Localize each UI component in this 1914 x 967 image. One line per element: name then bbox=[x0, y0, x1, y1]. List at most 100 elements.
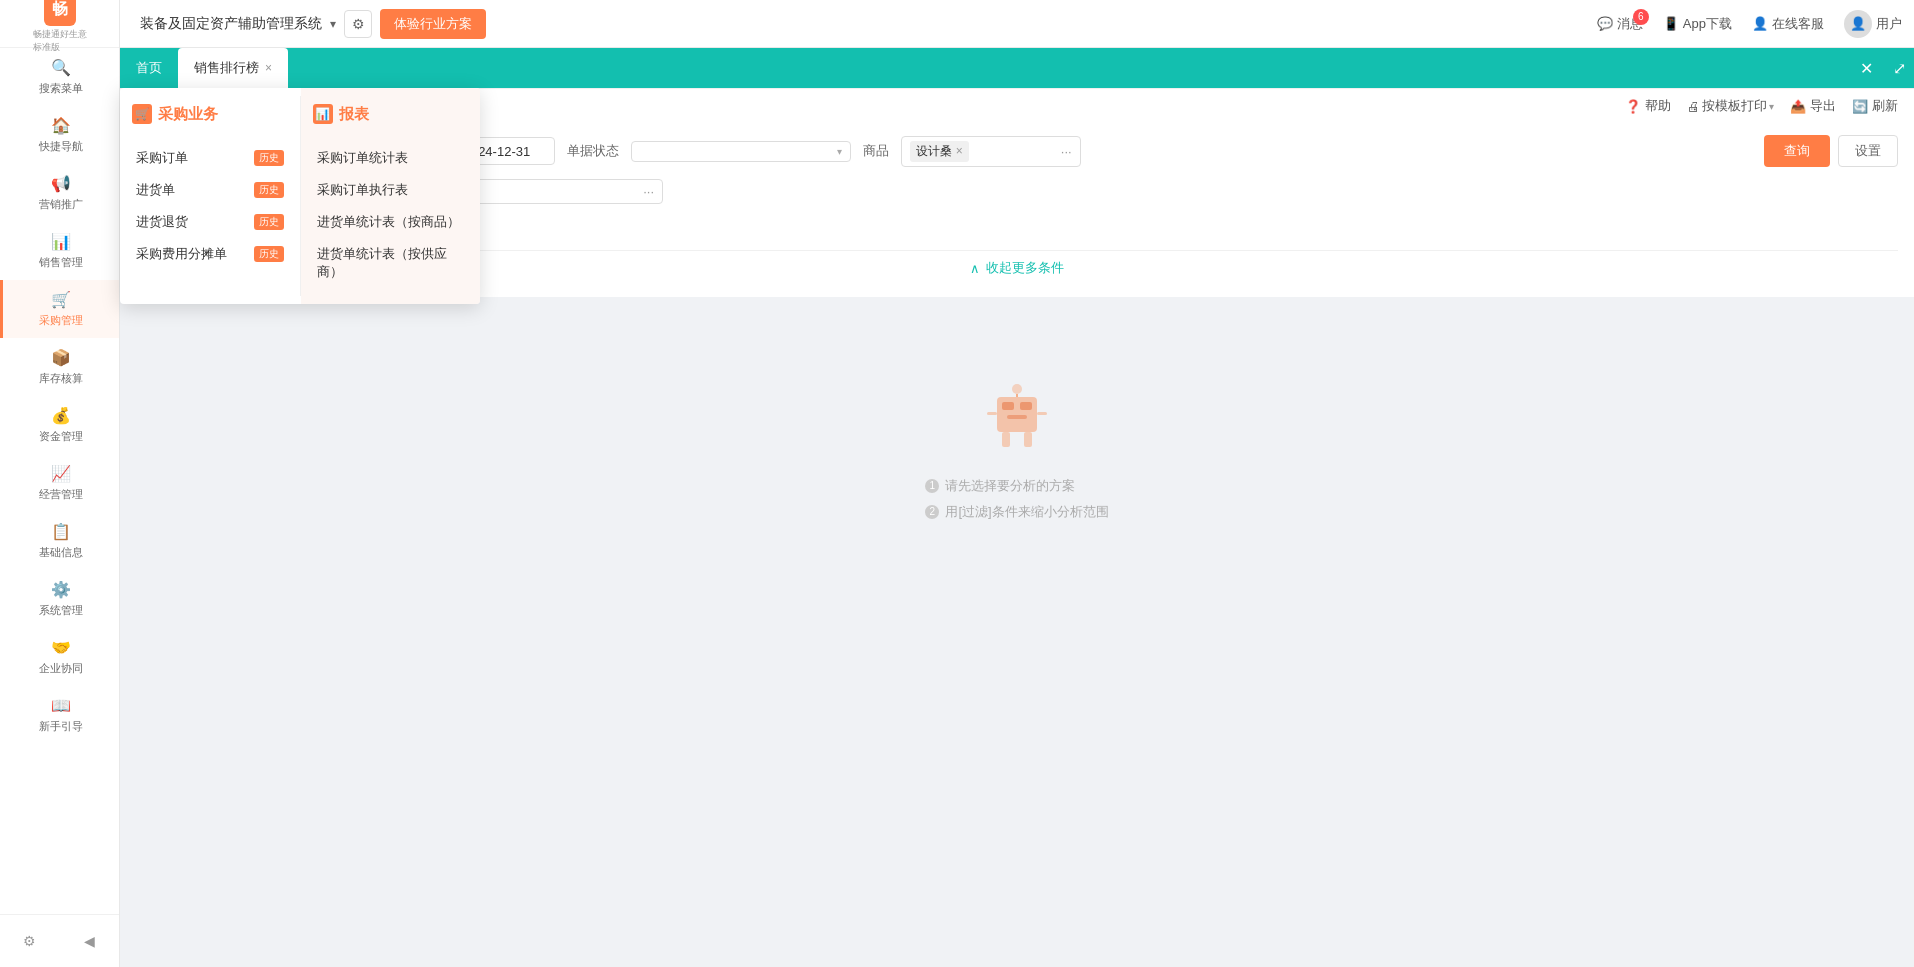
tab-sales-ranking[interactable]: 销售排行榜 × bbox=[178, 48, 288, 88]
online-service-label: 在线客服 bbox=[1772, 15, 1824, 33]
marketing-icon: 📢 bbox=[51, 174, 71, 193]
tab-bar-expand-button[interactable]: ⤢ bbox=[1885, 59, 1914, 78]
menu-item-purchase-order[interactable]: 采购订单 历史 bbox=[132, 142, 288, 174]
refresh-button[interactable]: 🔄 刷新 bbox=[1852, 97, 1898, 115]
sidebar-item-enterprise[interactable]: 🤝 企业协同 bbox=[0, 628, 119, 686]
sidebar-item-sales[interactable]: 📊 销售管理 bbox=[0, 222, 119, 280]
sidebar-item-label: 经营管理 bbox=[39, 487, 83, 502]
salesman-dots[interactable]: ··· bbox=[643, 184, 654, 199]
sidebar-item-label: 系统管理 bbox=[39, 603, 83, 618]
sidebar-item-marketing[interactable]: 📢 营销推广 bbox=[0, 164, 119, 222]
goods-tag-close[interactable]: × bbox=[956, 144, 963, 158]
user-button[interactable]: 👤 用户 bbox=[1844, 10, 1902, 38]
goods-tag-text: 设计桑 bbox=[916, 143, 952, 160]
menu-item-label: 采购订单 bbox=[136, 149, 188, 167]
online-service-button[interactable]: 👤 在线客服 bbox=[1752, 15, 1824, 33]
home-icon: 🏠 bbox=[51, 116, 71, 135]
purchase-title-icon: 🛒 bbox=[132, 104, 152, 124]
sidebar-item-operations[interactable]: 📈 经营管理 bbox=[0, 454, 119, 512]
sidebar-item-label: 快捷导航 bbox=[39, 139, 83, 154]
tab-bar-close-button[interactable]: ✕ bbox=[1848, 59, 1885, 78]
menu-item-purchase-order-exec[interactable]: 采购订单执行表 bbox=[313, 174, 469, 206]
hint-dot-2: 2 bbox=[925, 505, 939, 519]
sidebar-settings-button[interactable]: ⚙ bbox=[14, 925, 46, 957]
print-icon: 🖨 bbox=[1687, 99, 1700, 114]
purchase-col-title: 🛒 采购业务 bbox=[132, 104, 288, 130]
empty-illustration bbox=[967, 377, 1067, 457]
status-label: 单据状态 bbox=[567, 142, 619, 160]
svg-rect-4 bbox=[987, 412, 997, 415]
status-select[interactable]: ▾ bbox=[631, 141, 851, 162]
goods-tag: 设计桑 × bbox=[910, 141, 969, 162]
svg-rect-0 bbox=[997, 397, 1037, 432]
report-col-title: 📊 报表 bbox=[313, 104, 469, 130]
phone-icon: 📱 bbox=[1663, 16, 1679, 31]
purchase-dropdown-menu: 🛒 采购业务 采购订单 历史 进货单 历史 进货退货 历史 采购费用分摊单 历史… bbox=[120, 88, 480, 304]
system-title-text: 装备及固定资产辅助管理系统 bbox=[140, 15, 322, 33]
report-title-icon: 📊 bbox=[313, 104, 333, 124]
search-icon: 🔍 bbox=[51, 58, 71, 77]
system-title-dropdown[interactable]: ▾ bbox=[330, 17, 336, 31]
export-label: 导出 bbox=[1810, 97, 1836, 115]
goods-dots[interactable]: ··· bbox=[1061, 144, 1072, 159]
salesman-select[interactable]: ··· bbox=[463, 179, 663, 204]
sidebar-item-label: 资金管理 bbox=[39, 429, 83, 444]
export-button[interactable]: 📤 导出 bbox=[1790, 97, 1836, 115]
query-button[interactable]: 查询 bbox=[1764, 135, 1830, 167]
menu-item-label: 进货单统计表（按供应商） bbox=[317, 245, 465, 281]
menu-item-purchase-expense[interactable]: 采购费用分摊单 历史 bbox=[132, 238, 288, 270]
avatar: 👤 bbox=[1844, 10, 1872, 38]
sidebar-item-guide[interactable]: 📖 新手引导 bbox=[0, 686, 119, 744]
print-dropdown-icon[interactable]: ▾ bbox=[1769, 101, 1774, 112]
sidebar-item-purchase[interactable]: 🛒 采购管理 bbox=[0, 280, 119, 338]
empty-hint: 1 请先选择要分析的方案 2 用[过滤]条件来缩小分析范围 bbox=[925, 473, 1108, 525]
system-title-area: 装备及固定资产辅助管理系统 ▾ ⚙ 体验行业方案 bbox=[140, 9, 1597, 39]
service-icon: 👤 bbox=[1752, 16, 1768, 31]
goods-label: 商品 bbox=[863, 142, 889, 160]
tab-close-icon[interactable]: × bbox=[265, 61, 272, 75]
sidebar-item-search[interactable]: 🔍 搜索菜单 bbox=[0, 48, 119, 106]
sales-icon: 📊 bbox=[51, 232, 71, 251]
setting-button[interactable]: 设置 bbox=[1838, 135, 1898, 167]
sidebar-nav: 🔍 搜索菜单 🏠 快捷导航 📢 营销推广 📊 销售管理 🛒 采购管理 📦 库存核… bbox=[0, 48, 119, 914]
sidebar-item-label: 销售管理 bbox=[39, 255, 83, 270]
menu-item-purchase-return[interactable]: 进货退货 历史 bbox=[132, 206, 288, 238]
menu-item-label: 采购订单统计表 bbox=[317, 149, 408, 167]
help-button[interactable]: ❓ 帮助 bbox=[1625, 97, 1671, 115]
sidebar-item-nav[interactable]: 🏠 快捷导航 bbox=[0, 106, 119, 164]
print-button[interactable]: 🖨 按模板打印 ▾ bbox=[1687, 97, 1774, 115]
tab-home[interactable]: 首页 bbox=[120, 48, 178, 88]
purchase-business-col: 🛒 采购业务 采购订单 历史 进货单 历史 进货退货 历史 采购费用分摊单 历史 bbox=[120, 88, 300, 304]
industry-btn[interactable]: 体验行业方案 bbox=[380, 9, 486, 39]
operations-icon: 📈 bbox=[51, 464, 71, 483]
svg-rect-6 bbox=[1002, 432, 1010, 447]
tab-home-label: 首页 bbox=[136, 59, 162, 77]
sidebar-collapse-button[interactable]: ◀ bbox=[73, 925, 105, 957]
sidebar-item-system[interactable]: ⚙️ 系统管理 bbox=[0, 570, 119, 628]
history-tag: 历史 bbox=[254, 150, 284, 166]
enterprise-icon: 🤝 bbox=[51, 638, 71, 657]
message-button[interactable]: 💬 消息 6 bbox=[1597, 15, 1643, 33]
history-tag: 历史 bbox=[254, 182, 284, 198]
menu-item-purchase-order-stats[interactable]: 采购订单统计表 bbox=[313, 142, 469, 174]
filter-actions: 查询 设置 bbox=[1764, 135, 1898, 167]
svg-rect-5 bbox=[1037, 412, 1047, 415]
gear-settings-button[interactable]: ⚙ bbox=[344, 10, 372, 38]
report-title-text: 报表 bbox=[339, 105, 369, 124]
menu-item-receipt-stats-supplier[interactable]: 进货单统计表（按供应商） bbox=[313, 238, 469, 288]
sidebar-item-label: 营销推广 bbox=[39, 197, 83, 212]
sidebar-item-finance[interactable]: 💰 资金管理 bbox=[0, 396, 119, 454]
menu-item-purchase-receipt[interactable]: 进货单 历史 bbox=[132, 174, 288, 206]
sidebar-item-inventory[interactable]: 📦 库存核算 bbox=[0, 338, 119, 396]
goods-select[interactable]: 设计桑 × ··· bbox=[901, 136, 1081, 167]
print-label: 按模板打印 bbox=[1702, 97, 1767, 115]
svg-rect-3 bbox=[1007, 415, 1027, 419]
menu-item-label: 采购订单执行表 bbox=[317, 181, 408, 199]
user-label: 用户 bbox=[1876, 15, 1902, 33]
help-label: 帮助 bbox=[1645, 97, 1671, 115]
sidebar-item-basicinfo[interactable]: 📋 基础信息 bbox=[0, 512, 119, 570]
tab-sales-ranking-label: 销售排行榜 bbox=[194, 59, 259, 77]
top-header: 装备及固定资产辅助管理系统 ▾ ⚙ 体验行业方案 💬 消息 6 📱 App下载 … bbox=[120, 0, 1914, 48]
menu-item-receipt-stats-goods[interactable]: 进货单统计表（按商品） bbox=[313, 206, 469, 238]
app-download-button[interactable]: 📱 App下载 bbox=[1663, 15, 1732, 33]
